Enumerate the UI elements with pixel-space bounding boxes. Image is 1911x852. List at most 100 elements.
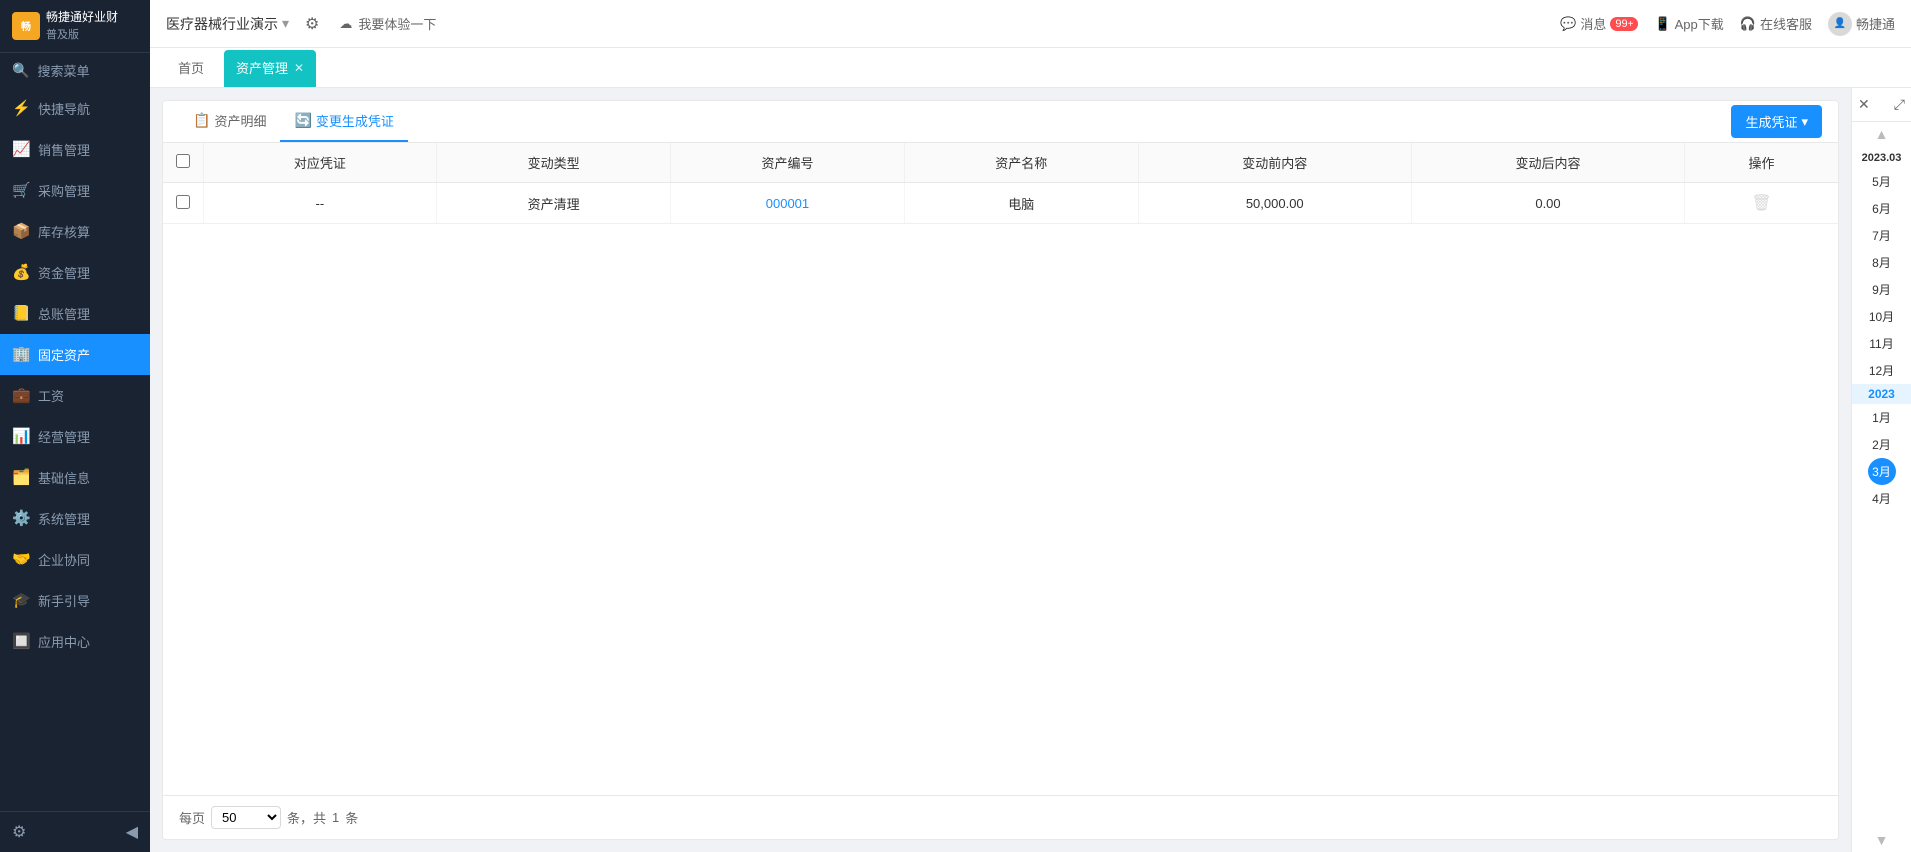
topbar-feedback[interactable]: ☁ 我要体验一下: [339, 14, 436, 33]
sidebar-item-purchase[interactable]: 🛒 采购管理: [0, 170, 150, 211]
col-voucher: 对应凭证: [203, 143, 437, 183]
topbar-settings-icon[interactable]: ⚙: [305, 14, 319, 34]
sidebar-item-sales[interactable]: 📈 销售管理: [0, 129, 150, 170]
ledger-icon: 📒: [12, 304, 30, 322]
fixed-assets-icon: 🏢: [12, 345, 30, 363]
sidebar-item-cooperation[interactable]: 🤝 企业协同: [0, 539, 150, 580]
scroll-up-button[interactable]: ▲: [1852, 122, 1911, 146]
right-panel: ✕ ⤢ ▲ 2023.03 5月 6月 7月 8月 9月 10月 11月 12月…: [1851, 88, 1911, 852]
company-selector[interactable]: 医疗器械行业演示 ▾: [166, 14, 289, 34]
sub-tab-change-voucher[interactable]: 🔄 变更生成凭证: [280, 101, 407, 142]
basic-info-icon: 🗂️: [12, 468, 30, 486]
system-icon: ⚙️: [12, 509, 30, 527]
change-voucher-icon: 🔄: [294, 112, 311, 129]
sidebar-logo: 畅 畅捷通好业财 普及版: [0, 0, 150, 53]
change-voucher-table: 对应凭证 变动类型 资产编号 资产名称 变动前内容 变动后内容 操作 -: [163, 143, 1838, 224]
sidebar-item-salary[interactable]: 💼 工资: [0, 375, 150, 416]
generate-voucher-button[interactable]: 生成凭证 ▾: [1731, 105, 1822, 138]
col-action: 操作: [1685, 143, 1838, 183]
right-panel-header: ✕ ⤢: [1852, 88, 1911, 122]
phone-icon: 📱: [1654, 16, 1670, 32]
purchase-icon: 🛒: [12, 181, 30, 199]
guide-icon: 🎓: [12, 591, 30, 609]
sidebar-item-app-center[interactable]: 🔲 应用中心: [0, 621, 150, 662]
customer-service-button[interactable]: 🎧 在线客服: [1740, 14, 1812, 33]
message-icon: 💬: [1560, 16, 1576, 32]
month-list: 5月 6月 7月 8月 9月 10月 11月 12月 2023 1月 2月 3月…: [1852, 166, 1911, 828]
app-logo-text: 畅捷通好业财 普及版: [46, 10, 118, 42]
row-checkbox[interactable]: [176, 195, 190, 209]
sidebar-item-funds[interactable]: 💰 资金管理: [0, 252, 150, 293]
content-main: 📋 资产明细 🔄 变更生成凭证 生成凭证 ▾: [162, 100, 1839, 840]
month-item-7[interactable]: 7月: [1852, 222, 1911, 249]
per-page-select[interactable]: 10 20 50 100: [211, 806, 281, 829]
messages-button[interactable]: 💬 消息 99+: [1560, 14, 1638, 33]
sub-tab-asset-detail[interactable]: 📋 资产明细: [179, 101, 280, 142]
avatar: 👤: [1828, 12, 1852, 36]
sidebar-item-inventory[interactable]: 📦 库存核算: [0, 211, 150, 252]
col-asset-no: 资产编号: [671, 143, 905, 183]
row-change-type: 资产清理: [437, 183, 671, 224]
app-center-icon: 🔲: [12, 632, 30, 650]
user-menu[interactable]: 👤 畅捷通: [1828, 12, 1895, 36]
salary-icon: 💼: [12, 386, 30, 404]
search-icon: 🔍: [12, 62, 29, 79]
tabs-bar: 首页 资产管理 ✕: [150, 48, 1911, 88]
right-panel-close-icon[interactable]: ✕: [1858, 96, 1870, 113]
month-item-11[interactable]: 11月: [1852, 330, 1911, 357]
quick-nav-icon: ⚡: [12, 99, 30, 117]
table-wrap: 对应凭证 变动类型 资产编号 资产名称 变动前内容 变动后内容 操作 -: [163, 143, 1838, 795]
search-menu[interactable]: 🔍 搜索菜单: [0, 53, 150, 88]
topbar: 医疗器械行业演示 ▾ ⚙ ☁ 我要体验一下 💬 消息 99+ 📱 App下载: [150, 0, 1911, 48]
funds-icon: 💰: [12, 263, 30, 281]
month-item-1[interactable]: 1月: [1852, 404, 1911, 431]
sidebar-item-quick-nav[interactable]: ⚡ 快捷导航: [0, 88, 150, 129]
month-item-3-active[interactable]: 3月: [1868, 458, 1896, 485]
sidebar-collapse-icon[interactable]: ◀: [126, 822, 138, 842]
month-item-10[interactable]: 10月: [1852, 303, 1911, 330]
row-action-cell: 🗑: [1685, 183, 1838, 224]
month-item-5[interactable]: 5月: [1852, 168, 1911, 195]
sidebar-item-guide[interactable]: 🎓 新手引导: [0, 580, 150, 621]
month-item-12[interactable]: 12月: [1852, 357, 1911, 384]
sidebar-item-fixed-assets[interactable]: 🏢 固定资产: [0, 334, 150, 375]
sub-tabs: 📋 资产明细 🔄 变更生成凭证 生成凭证 ▾: [163, 101, 1838, 143]
year-label: 2023.03: [1852, 146, 1911, 166]
col-asset-name: 资产名称: [904, 143, 1138, 183]
select-all-checkbox[interactable]: [176, 154, 190, 168]
operations-icon: 📊: [12, 427, 30, 445]
sidebar-settings-icon[interactable]: ⚙: [12, 822, 26, 842]
sidebar: 畅 畅捷通好业财 普及版 🔍 搜索菜单 ⚡ 快捷导航 📈 销售管理 🛒 采购管理…: [0, 0, 150, 852]
sidebar-item-operations[interactable]: 📊 经营管理: [0, 416, 150, 457]
month-item-4[interactable]: 4月: [1852, 485, 1911, 512]
tab-close-icon[interactable]: ✕: [294, 61, 304, 75]
col-after-change: 变动后内容: [1411, 143, 1684, 183]
topbar-right: 💬 消息 99+ 📱 App下载 🎧 在线客服 👤 畅捷通: [1560, 12, 1895, 36]
month-item-2[interactable]: 2月: [1852, 431, 1911, 458]
col-before-change: 变动前内容: [1138, 143, 1411, 183]
row-before-change: 50,000.00: [1138, 183, 1411, 224]
sales-icon: 📈: [12, 140, 30, 158]
tab-asset-management[interactable]: 资产管理 ✕: [224, 50, 316, 87]
right-panel-expand-icon[interactable]: ⤢: [1894, 96, 1905, 113]
sidebar-item-basic-info[interactable]: 🗂️ 基础信息: [0, 457, 150, 498]
scroll-down-button[interactable]: ▼: [1852, 828, 1911, 852]
row-voucher: --: [203, 183, 437, 224]
sidebar-bottom: ⚙ ◀: [0, 811, 150, 852]
sidebar-item-ledger[interactable]: 📒 总账管理: [0, 293, 150, 334]
cloud-icon: ☁: [339, 16, 352, 32]
messages-badge: 99+: [1610, 17, 1638, 31]
app-download-button[interactable]: 📱 App下载: [1654, 14, 1723, 33]
col-change-type: 变动类型: [437, 143, 671, 183]
sidebar-nav: ⚡ 快捷导航 📈 销售管理 🛒 采购管理 📦 库存核算 💰 资金管理 📒 总账管…: [0, 88, 150, 811]
chevron-down-icon: ▾: [282, 15, 289, 32]
month-item-8[interactable]: 8月: [1852, 249, 1911, 276]
delete-icon[interactable]: 🗑: [1751, 195, 1771, 212]
tab-home[interactable]: 首页: [166, 50, 216, 87]
month-item-9[interactable]: 9月: [1852, 276, 1911, 303]
sidebar-item-system[interactable]: ⚙️ 系统管理: [0, 498, 150, 539]
month-item-6[interactable]: 6月: [1852, 195, 1911, 222]
chevron-down-icon: ▾: [1801, 114, 1808, 130]
col-checkbox: [163, 143, 203, 183]
headset-icon: 🎧: [1740, 16, 1756, 32]
